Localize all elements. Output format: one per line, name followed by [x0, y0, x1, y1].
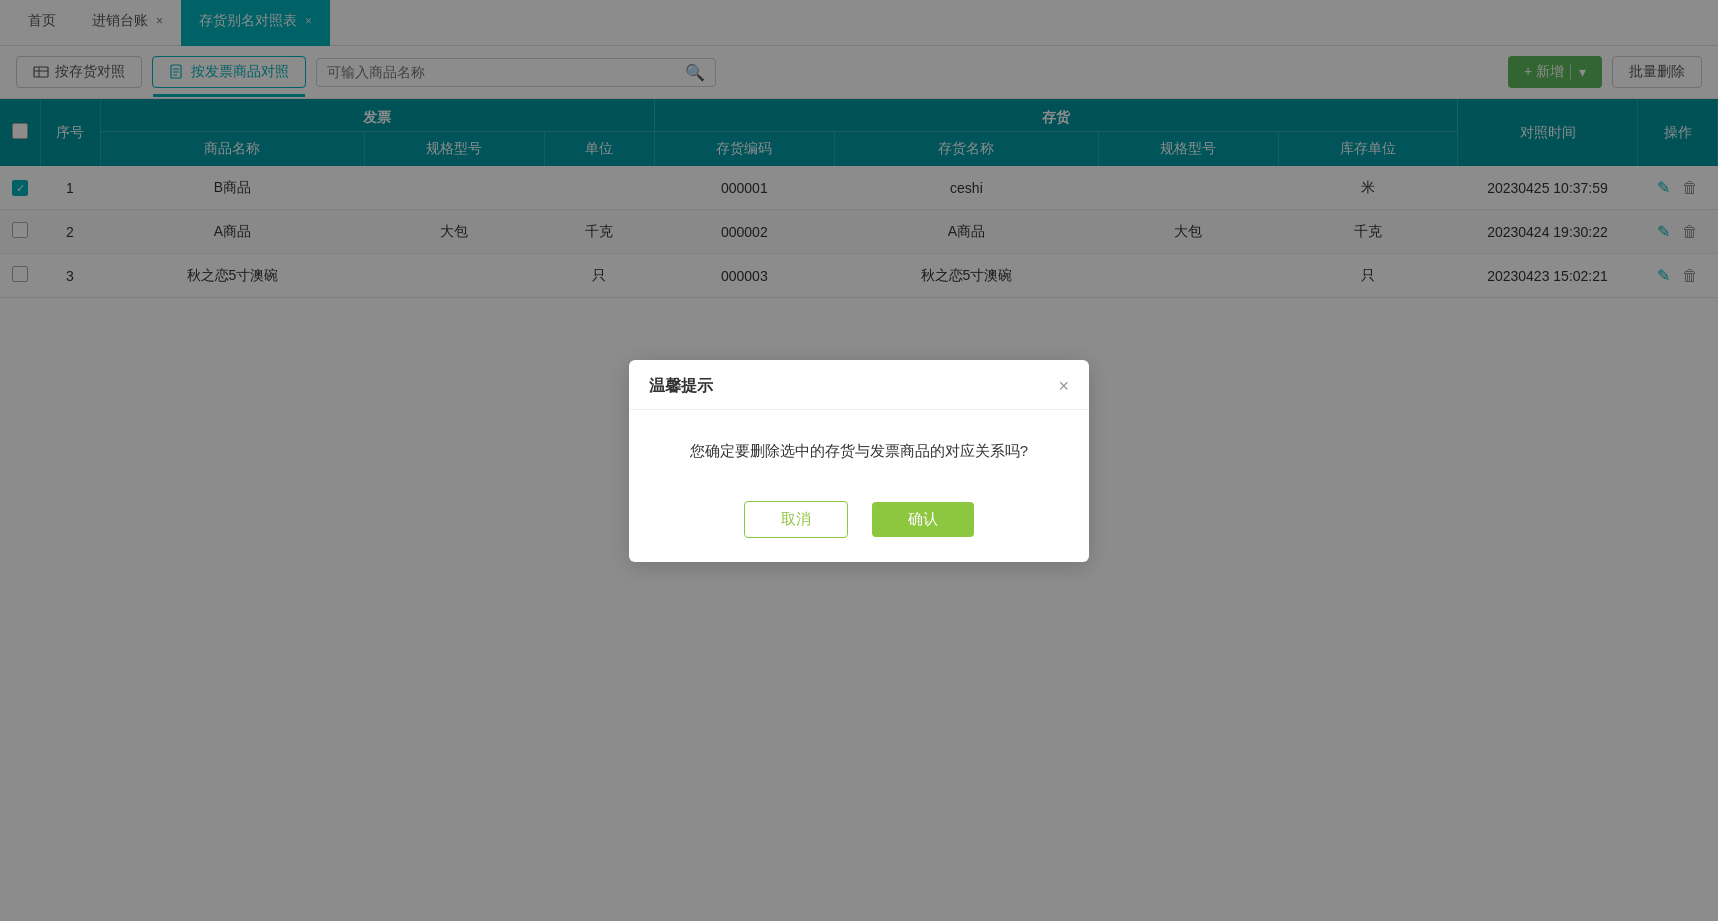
- dialog-message: 您确定要删除选中的存货与发票商品的对应关系吗?: [690, 442, 1028, 459]
- confirm-button[interactable]: 确认: [872, 502, 974, 537]
- dialog-close-button[interactable]: ×: [1058, 377, 1069, 395]
- confirm-dialog: 温馨提示 × 您确定要删除选中的存货与发票商品的对应关系吗? 取消 确认: [629, 360, 1089, 562]
- dialog-footer: 取消 确认: [629, 485, 1089, 562]
- dialog-title: 温馨提示: [649, 376, 713, 397]
- cancel-button[interactable]: 取消: [744, 501, 848, 538]
- dialog-header: 温馨提示 ×: [629, 360, 1089, 410]
- dialog-body: 您确定要删除选中的存货与发票商品的对应关系吗?: [629, 410, 1089, 485]
- modal-overlay: 温馨提示 × 您确定要删除选中的存货与发票商品的对应关系吗? 取消 确认: [0, 0, 1718, 921]
